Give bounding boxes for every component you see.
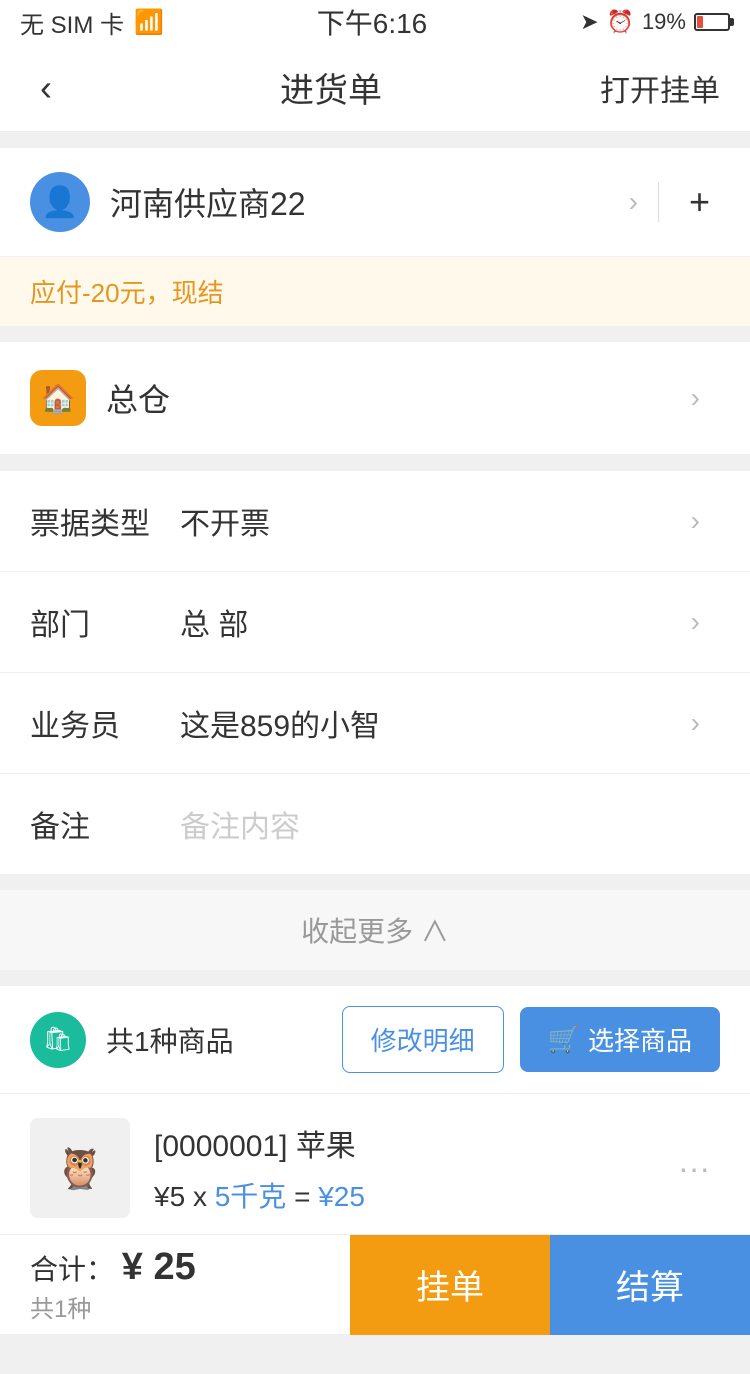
warehouse-icon: 🏠 (30, 370, 86, 426)
open-hang-button[interactable]: 打开挂单 (600, 66, 720, 110)
product-more-button[interactable]: ··· (668, 1140, 720, 1197)
invoice-type-label: 票据类型 (30, 499, 160, 543)
product-info: [0000001] 苹果 ¥5 x 5千克 = ¥25 (154, 1121, 668, 1215)
salesman-chevron-icon: › (691, 707, 700, 739)
cart-icon: 🛒 (548, 1024, 580, 1055)
product-section: 🛍 共1种商品 修改明细 🛒 选择商品 🦉 [0000001] 苹果 ¥5 (0, 986, 750, 1242)
total-amount: ¥ 25 (122, 1246, 196, 1288)
count-label: 共1种 (30, 1296, 91, 1323)
product-header: 🛍 共1种商品 修改明细 🛒 选择商品 (0, 986, 750, 1094)
total-section: 合计： ¥ 25 共1种 (0, 1246, 350, 1324)
supplier-name: 河南供应商22 (110, 179, 629, 225)
notice-text: 应付-20元，现结 (30, 278, 224, 308)
salesman-value: 这是859的小智 (180, 701, 691, 745)
alarm-icon: ⏰ (607, 9, 634, 35)
invoice-type-chevron-icon: › (691, 505, 700, 537)
checkout-button[interactable]: 结算 (550, 1235, 750, 1335)
supplier-avatar: 👤 (30, 172, 90, 232)
count-row: 共1种 (30, 1289, 320, 1324)
back-button[interactable]: ‹ (30, 57, 62, 119)
warehouse-name: 总仓 (106, 375, 691, 421)
status-right: ➤ ⏰ 19% (580, 9, 730, 35)
hang-button[interactable]: 挂单 (350, 1235, 550, 1335)
product-count-text: 共1种商品 (106, 1020, 342, 1060)
product-name: [0000001] 苹果 (154, 1121, 668, 1165)
equals-sign: = (294, 1181, 310, 1212)
supplier-row[interactable]: 👤 河南供应商22 › + (0, 148, 750, 257)
status-bar: 无 SIM 卡 📶 下午6:16 ➤ ⏰ 19% (0, 0, 750, 44)
product-count-icon: 🛍 (30, 1012, 86, 1068)
total-price: ¥25 (318, 1181, 365, 1212)
department-row[interactable]: 部门 总 部 › (0, 572, 750, 673)
form-card: 票据类型 不开票 › 部门 总 部 › 业务员 这是859的小智 › 备注 备注… (0, 471, 750, 874)
bottom-bar: 合计： ¥ 25 共1种 挂单 结算 (0, 1234, 750, 1334)
wifi-icon: 📶 (134, 8, 164, 37)
collapse-bar[interactable]: 收起更多 ∧ (0, 890, 750, 970)
product-item: 🦉 [0000001] 苹果 ¥5 x 5千克 = ¥25 ··· (0, 1094, 750, 1242)
product-title: 苹果 (296, 1130, 356, 1163)
salesman-row[interactable]: 业务员 这是859的小智 › (0, 673, 750, 774)
warehouse-row[interactable]: 🏠 总仓 › (0, 342, 750, 455)
nav-bar: ‹ 进货单 打开挂单 (0, 44, 750, 132)
shopping-icon: 🛍 (43, 1025, 73, 1054)
supplier-chevron-icon: › (629, 186, 638, 218)
product-thumbnail: 🦉 (30, 1118, 130, 1218)
battery-icon (694, 13, 730, 31)
time-label: 下午6:16 (317, 2, 428, 42)
divider (658, 182, 659, 222)
select-product-button[interactable]: 🛒 选择商品 (520, 1007, 720, 1072)
warehouse-chevron-icon: › (691, 382, 700, 414)
carrier-label: 无 SIM 卡 (20, 5, 124, 40)
warehouse-card: 🏠 总仓 › (0, 342, 750, 455)
add-button[interactable]: + (679, 181, 720, 223)
remark-label: 备注 (30, 802, 160, 846)
product-owl-icon: 🦉 (55, 1145, 105, 1192)
product-code: [0000001] (154, 1130, 287, 1163)
product-price-row: ¥5 x 5千克 = ¥25 (154, 1175, 668, 1215)
edit-detail-button[interactable]: 修改明细 (342, 1006, 504, 1073)
multiply-sign: x (193, 1181, 207, 1212)
location-icon: ➤ (580, 9, 598, 35)
notice-bar: 应付-20元，现结 (0, 257, 750, 326)
avatar-icon: 👤 (41, 185, 78, 220)
total-row: 合计： ¥ 25 (30, 1246, 320, 1289)
supplier-card: 👤 河南供应商22 › + 应付-20元，现结 (0, 148, 750, 326)
invoice-type-row[interactable]: 票据类型 不开票 › (0, 471, 750, 572)
remark-input[interactable]: 备注内容 (180, 802, 720, 846)
battery-percent: 19% (642, 9, 686, 35)
select-product-label: 选择商品 (588, 1021, 692, 1058)
invoice-type-value: 不开票 (180, 499, 691, 543)
unit-price: ¥5 (154, 1181, 185, 1212)
department-chevron-icon: › (691, 606, 700, 638)
collapse-label: 收起更多 ∧ (301, 910, 449, 950)
remark-row[interactable]: 备注 备注内容 (0, 774, 750, 874)
page-title: 进货单 (280, 63, 382, 112)
status-left: 无 SIM 卡 📶 (20, 5, 164, 40)
department-value: 总 部 (180, 600, 691, 644)
quantity: 5千克 (215, 1181, 287, 1212)
department-label: 部门 (30, 600, 160, 644)
total-label: 合计： (30, 1254, 114, 1285)
salesman-label: 业务员 (30, 701, 160, 745)
content: 👤 河南供应商22 › + 应付-20元，现结 🏠 总仓 › 票据类型 不开票 … (0, 132, 750, 1374)
